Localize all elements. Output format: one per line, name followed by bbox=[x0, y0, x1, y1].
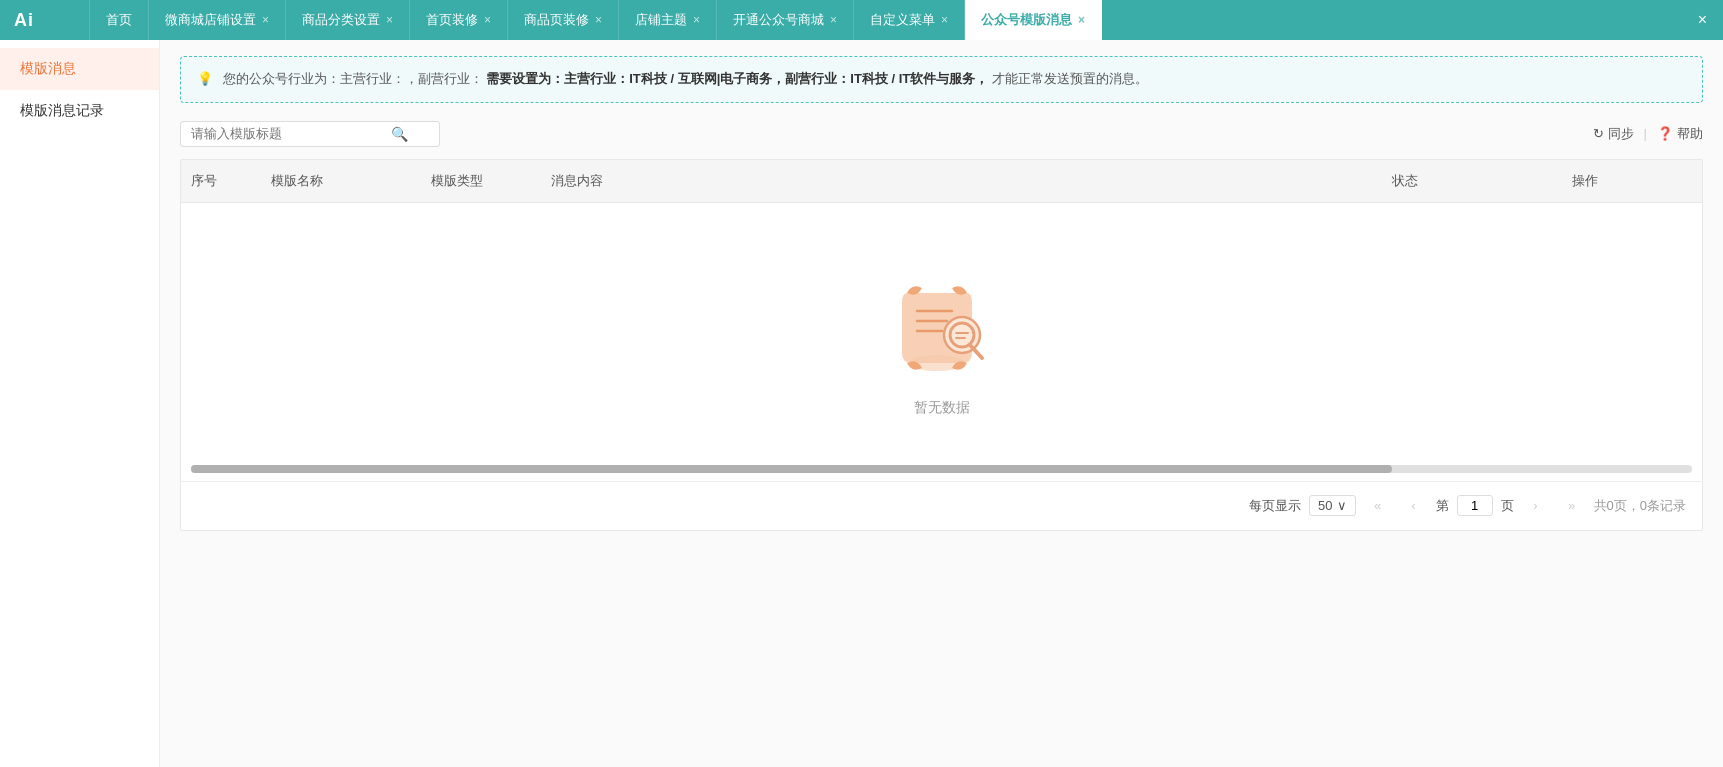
next-page-icon: › bbox=[1533, 498, 1537, 513]
col-type: 模版类型 bbox=[421, 160, 541, 202]
scroll-thumb[interactable] bbox=[191, 465, 1392, 473]
info-text-before: 您的公众号行业为：主营行业：，副营行业： bbox=[223, 71, 483, 86]
tab-bar: Ai 首页 微商城店铺设置 × 商品分类设置 × 首页装修 × 商品页装修 × … bbox=[0, 0, 1723, 40]
tab-shop-theme[interactable]: 店铺主题 × bbox=[619, 0, 717, 40]
tab-product-decor-close[interactable]: × bbox=[595, 13, 602, 27]
table-header: 序号 模版名称 模版类型 消息内容 状态 操作 bbox=[181, 160, 1702, 203]
sidebar-item-template-record-label: 模版消息记录 bbox=[20, 102, 104, 118]
tab-open-mall-close[interactable]: × bbox=[830, 13, 837, 27]
tab-home-decor[interactable]: 首页装修 × bbox=[410, 0, 508, 40]
tab-home-decor-label: 首页装修 bbox=[426, 11, 478, 29]
help-button[interactable]: ❓ 帮助 bbox=[1657, 125, 1703, 143]
empty-text: 暂无数据 bbox=[914, 399, 970, 417]
logo: Ai bbox=[0, 0, 90, 40]
data-table: 序号 模版名称 模版类型 消息内容 状态 操作 bbox=[180, 159, 1703, 531]
last-page-icon: » bbox=[1568, 498, 1575, 513]
help-icon: ❓ bbox=[1657, 126, 1673, 141]
tab-custom-menu-label: 自定义菜单 bbox=[870, 11, 935, 29]
global-close-button[interactable]: × bbox=[1682, 11, 1723, 29]
sync-label: 同步 bbox=[1608, 125, 1634, 143]
tab-category-label: 商品分类设置 bbox=[302, 11, 380, 29]
search-input-wrap[interactable]: 🔍 bbox=[180, 121, 440, 147]
tab-open-mall[interactable]: 开通公众号商城 × bbox=[717, 0, 854, 40]
search-input[interactable] bbox=[191, 126, 391, 141]
last-page-button[interactable]: » bbox=[1558, 492, 1586, 520]
tab-category[interactable]: 商品分类设置 × bbox=[286, 0, 410, 40]
next-page-button[interactable]: › bbox=[1522, 492, 1550, 520]
tab-template-msg-close[interactable]: × bbox=[1078, 13, 1085, 27]
page-size-select[interactable]: 50 ∨ bbox=[1309, 495, 1355, 516]
horizontal-scrollbar[interactable] bbox=[181, 457, 1702, 481]
tab-template-msg[interactable]: 公众号模版消息 × bbox=[965, 0, 1102, 40]
tab-open-mall-label: 开通公众号商城 bbox=[733, 11, 824, 29]
col-content: 消息内容 bbox=[541, 160, 1382, 202]
page-size-chevron-icon: ∨ bbox=[1337, 498, 1347, 513]
toolbar-right: ↻ 同步 | ❓ 帮助 bbox=[1593, 125, 1703, 143]
toolbar-divider: | bbox=[1644, 126, 1647, 141]
sidebar: 模版消息 模版消息记录 bbox=[0, 40, 160, 767]
sidebar-item-template-msg[interactable]: 模版消息 bbox=[0, 48, 159, 90]
empty-illustration bbox=[882, 263, 1002, 383]
tab-home-decor-close[interactable]: × bbox=[484, 13, 491, 27]
lightbulb-icon: 💡 bbox=[197, 71, 213, 86]
page-size-label: 每页显示 bbox=[1249, 497, 1301, 515]
first-page-icon: « bbox=[1374, 498, 1381, 513]
prev-page-button[interactable]: ‹ bbox=[1400, 492, 1428, 520]
tab-custom-menu-close[interactable]: × bbox=[941, 13, 948, 27]
col-name: 模版名称 bbox=[261, 160, 421, 202]
content-area: 💡 您的公众号行业为：主营行业：，副营行业： 需要设置为：主营行业：IT科技 /… bbox=[160, 40, 1723, 767]
scroll-track bbox=[191, 465, 1692, 473]
info-banner: 💡 您的公众号行业为：主营行业：，副营行业： 需要设置为：主营行业：IT科技 /… bbox=[180, 56, 1703, 103]
tab-product-decor-label: 商品页装修 bbox=[524, 11, 589, 29]
empty-state: 暂无数据 bbox=[181, 203, 1702, 457]
page-prefix: 第 bbox=[1436, 497, 1449, 515]
refresh-icon: ↻ bbox=[1593, 126, 1604, 141]
tab-home[interactable]: 首页 bbox=[90, 0, 149, 40]
prev-page-icon: ‹ bbox=[1411, 498, 1415, 513]
logo-text: Ai bbox=[14, 10, 34, 31]
sync-button[interactable]: ↻ 同步 bbox=[1593, 125, 1634, 143]
tab-template-msg-label: 公众号模版消息 bbox=[981, 11, 1072, 29]
sidebar-item-template-record[interactable]: 模版消息记录 bbox=[0, 90, 159, 132]
page-unit: 页 bbox=[1501, 497, 1514, 515]
tab-micro-shop-label: 微商城店铺设置 bbox=[165, 11, 256, 29]
tab-micro-shop-close[interactable]: × bbox=[262, 13, 269, 27]
info-text-highlight: 需要设置为：主营行业：IT科技 / 互联网|电子商务，副营行业：IT科技 / I… bbox=[486, 71, 988, 86]
tab-product-decor[interactable]: 商品页装修 × bbox=[508, 0, 619, 40]
tab-shop-theme-label: 店铺主题 bbox=[635, 11, 687, 29]
tab-category-close[interactable]: × bbox=[386, 13, 393, 27]
search-bar: 🔍 ↻ 同步 | ❓ 帮助 bbox=[180, 121, 1703, 147]
info-text-after: 才能正常发送预置的消息。 bbox=[992, 71, 1148, 86]
tab-micro-shop[interactable]: 微商城店铺设置 × bbox=[149, 0, 286, 40]
main-layout: 模版消息 模版消息记录 💡 您的公众号行业为：主营行业：，副营行业： 需要设置为… bbox=[0, 40, 1723, 767]
tab-home-label: 首页 bbox=[106, 11, 132, 29]
total-info: 共0页，0条记录 bbox=[1594, 497, 1686, 515]
first-page-button[interactable]: « bbox=[1364, 492, 1392, 520]
search-icon[interactable]: 🔍 bbox=[391, 126, 408, 142]
col-action: 操作 bbox=[1562, 160, 1702, 202]
col-index: 序号 bbox=[181, 160, 261, 202]
col-status: 状态 bbox=[1382, 160, 1562, 202]
tab-custom-menu[interactable]: 自定义菜单 × bbox=[854, 0, 965, 40]
tab-shop-theme-close[interactable]: × bbox=[693, 13, 700, 27]
page-number-input[interactable] bbox=[1457, 495, 1493, 516]
page-size-value: 50 bbox=[1318, 498, 1332, 513]
pagination: 每页显示 50 ∨ « ‹ 第 页 › » bbox=[181, 481, 1702, 530]
help-label: 帮助 bbox=[1677, 125, 1703, 143]
sidebar-item-template-msg-label: 模版消息 bbox=[20, 60, 76, 76]
